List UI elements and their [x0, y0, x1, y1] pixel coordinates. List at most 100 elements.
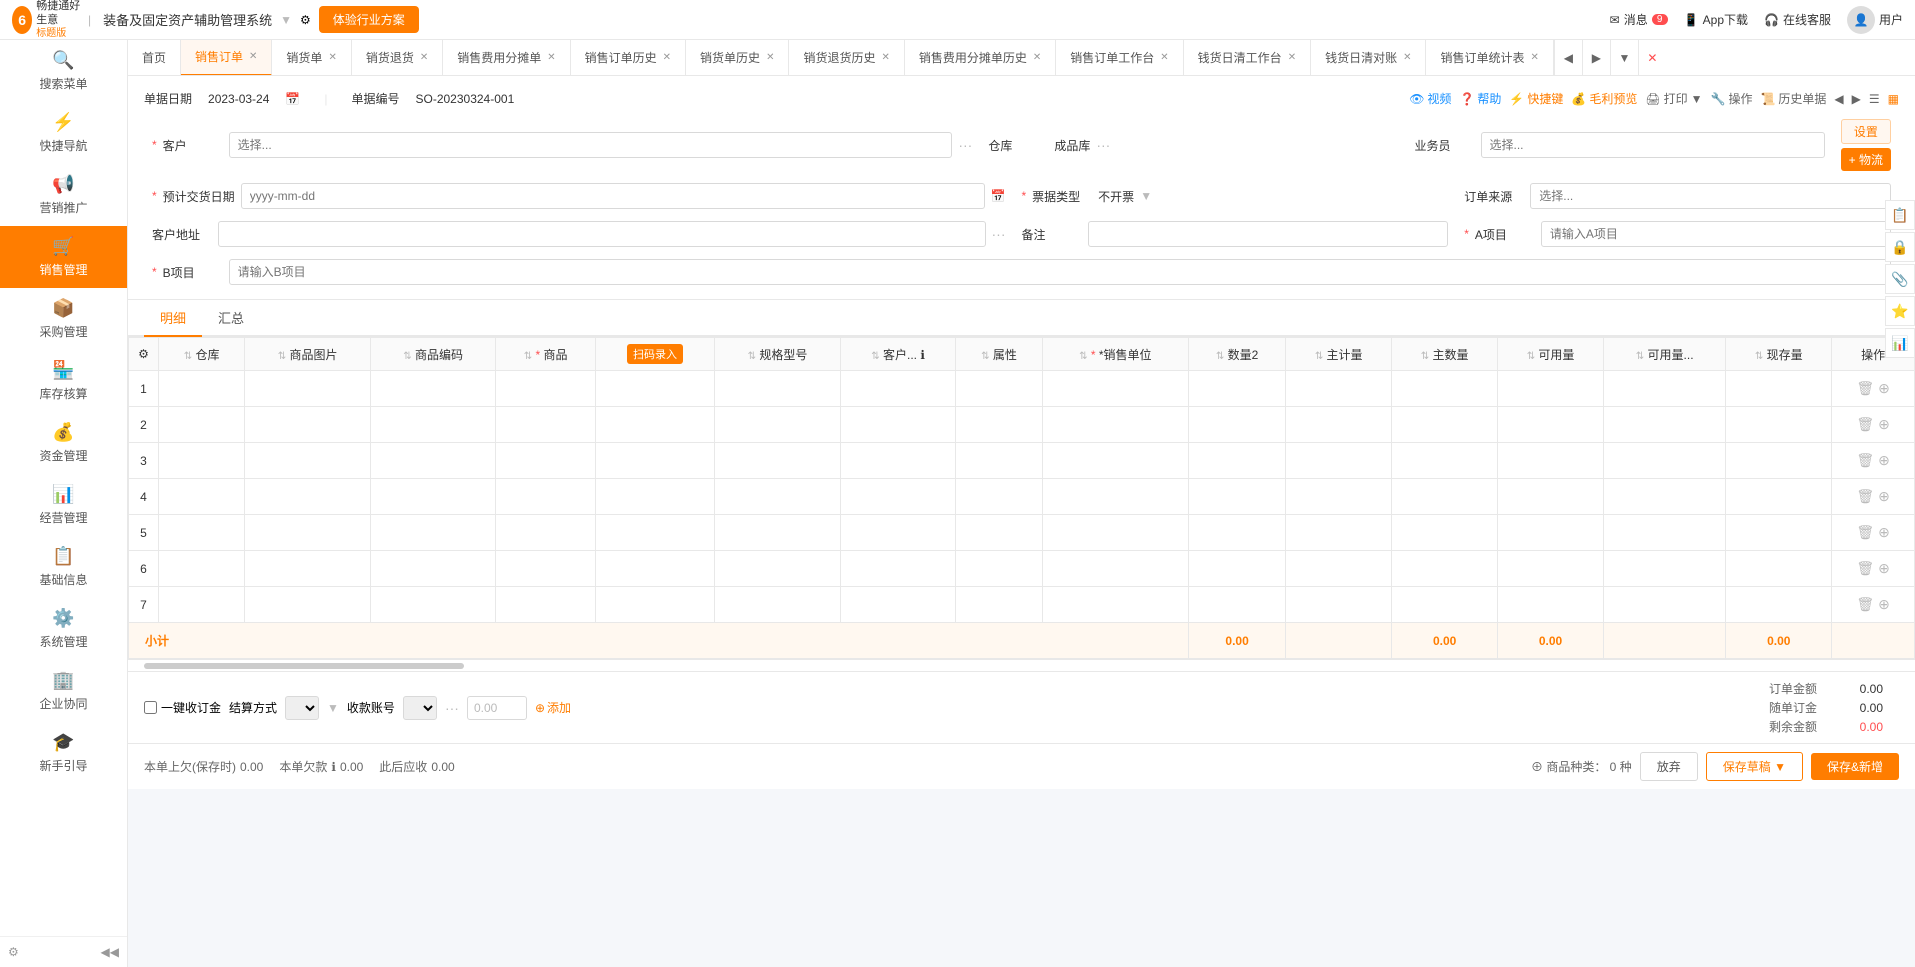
row-spec[interactable]	[715, 443, 841, 479]
row-main-unit[interactable]	[1286, 407, 1392, 443]
row-available[interactable]	[1498, 443, 1604, 479]
row-available2[interactable]	[1604, 407, 1726, 443]
tab-next-button[interactable]: ▶	[1582, 40, 1610, 76]
row-warehouse[interactable]	[159, 371, 245, 407]
a-project-input[interactable]	[1541, 221, 1891, 247]
row-attributes[interactable]	[956, 407, 1042, 443]
delete-row-button[interactable]: 🗑	[1856, 416, 1874, 433]
row-available[interactable]	[1498, 479, 1604, 515]
tab-detail[interactable]: 明细	[144, 300, 202, 337]
tab-close-icon[interactable]: ✕	[328, 52, 336, 63]
row-product-image[interactable]	[245, 551, 371, 587]
row-spec[interactable]	[715, 551, 841, 587]
side-icon-2[interactable]: 🔒	[1885, 232, 1915, 262]
tab-close-all-button[interactable]: ✕	[1638, 40, 1666, 76]
scroll-area[interactable]	[128, 659, 1915, 671]
row-sales-unit[interactable]	[1042, 515, 1188, 551]
delete-row-button[interactable]: 🗑	[1856, 596, 1874, 613]
sidebar-item-sales[interactable]: 🛒 销售管理	[0, 226, 127, 288]
row-spec[interactable]	[715, 479, 841, 515]
row-customer-no[interactable]	[840, 371, 956, 407]
tab-close-icon[interactable]: ✕	[420, 52, 428, 63]
tab-sales-stats[interactable]: 销售订单统计表 ✕	[1426, 40, 1553, 76]
row-stock[interactable]	[1726, 479, 1832, 515]
tab-close-icon[interactable]: ✕	[1033, 52, 1041, 63]
row-scan[interactable]	[595, 407, 714, 443]
row-available2[interactable]	[1604, 479, 1726, 515]
setting-button[interactable]: 设置	[1841, 119, 1891, 144]
save-new-button[interactable]: 保存&新增	[1811, 753, 1899, 780]
sidebar-item-enterprise[interactable]: 🏢 企业协同	[0, 660, 127, 722]
customer-input[interactable]	[229, 132, 953, 158]
tab-sales-bill[interactable]: 销货单 ✕	[272, 40, 351, 76]
row-product-image[interactable]	[245, 587, 371, 623]
sidebar-item-purchase[interactable]: 📦 采购管理	[0, 288, 127, 350]
row-product-code[interactable]	[370, 587, 496, 623]
row-scan[interactable]	[595, 443, 714, 479]
user-menu[interactable]: 👤 用户	[1847, 6, 1903, 34]
delete-row-button[interactable]: 🗑	[1856, 452, 1874, 469]
help-link[interactable]: ❓ 帮助	[1459, 90, 1501, 107]
sidebar-settings-icon[interactable]: ⚙	[8, 945, 19, 959]
row-product-image[interactable]	[245, 407, 371, 443]
customer-more-icon[interactable]: ···	[958, 137, 972, 153]
add-item-button[interactable]: + 物流	[1841, 148, 1891, 171]
row-spec[interactable]	[715, 371, 841, 407]
col-settings[interactable]: ⚙	[129, 338, 159, 371]
copy-row-button[interactable]: ⊕	[1878, 524, 1890, 541]
list-view-icon[interactable]: ☰	[1869, 92, 1880, 106]
profit-link[interactable]: 💰 毛利预览	[1571, 90, 1637, 107]
customer-address-input[interactable]	[218, 221, 986, 247]
delete-row-button[interactable]: 🗑	[1856, 380, 1874, 397]
row-attributes[interactable]	[956, 371, 1042, 407]
copy-row-button[interactable]: ⊕	[1878, 488, 1890, 505]
sidebar-item-marketing[interactable]: 📢 营销推广	[0, 164, 127, 226]
tab-home[interactable]: 首页	[128, 40, 181, 76]
row-main-unit[interactable]	[1286, 551, 1392, 587]
app-download-button[interactable]: 📱 App下载	[1684, 11, 1748, 28]
online-support-button[interactable]: 🎧 在线客服	[1764, 11, 1831, 28]
row-sales-unit[interactable]	[1042, 551, 1188, 587]
account-no-select[interactable]	[403, 696, 437, 720]
row-main-unit[interactable]	[1286, 479, 1392, 515]
row-attributes[interactable]	[956, 587, 1042, 623]
copy-row-button[interactable]: ⊕	[1878, 560, 1890, 577]
tab-close-icon[interactable]: ✕	[766, 52, 774, 63]
operate-link[interactable]: 🔧 操作	[1710, 90, 1752, 107]
row-warehouse[interactable]	[159, 515, 245, 551]
row-sales-unit[interactable]	[1042, 407, 1188, 443]
tab-cash-workbench[interactable]: 钱货日清工作台 ✕	[1184, 40, 1311, 76]
row-attributes[interactable]	[956, 515, 1042, 551]
row-product-code[interactable]	[370, 479, 496, 515]
row-stock[interactable]	[1726, 515, 1832, 551]
delete-row-button[interactable]: 🗑	[1856, 524, 1874, 541]
row-stock[interactable]	[1726, 551, 1832, 587]
tab-close-icon[interactable]: ✕	[1288, 52, 1296, 63]
prev-record-icon[interactable]: ◀	[1834, 92, 1843, 106]
row-customer-no[interactable]	[840, 551, 956, 587]
row-product-code[interactable]	[370, 515, 496, 551]
row-available[interactable]	[1498, 407, 1604, 443]
scan-entry-button[interactable]: 扫码录入	[627, 344, 683, 364]
row-stock[interactable]	[1726, 371, 1832, 407]
tab-summary[interactable]: 汇总	[202, 300, 260, 337]
shortcut-link[interactable]: ⚡ 快捷键	[1509, 90, 1563, 107]
row-scan[interactable]	[595, 479, 714, 515]
print-link[interactable]: 🖨 打印 ▼	[1645, 90, 1702, 107]
row-scan[interactable]	[595, 371, 714, 407]
row-quantity2[interactable]	[1189, 407, 1286, 443]
row-sales-unit[interactable]	[1042, 479, 1188, 515]
row-stock[interactable]	[1726, 587, 1832, 623]
row-attributes[interactable]	[956, 479, 1042, 515]
add-link[interactable]: ⊕ 添加	[535, 699, 571, 716]
row-attributes[interactable]	[956, 443, 1042, 479]
amount-input[interactable]	[467, 696, 527, 720]
row-quantity2[interactable]	[1189, 515, 1286, 551]
row-quantity2[interactable]	[1189, 443, 1286, 479]
discard-button[interactable]: 放弃	[1640, 752, 1698, 781]
row-product[interactable]	[496, 551, 595, 587]
sidebar-item-base-info[interactable]: 📋 基础信息	[0, 536, 127, 598]
b-project-input[interactable]	[229, 259, 1891, 285]
row-available[interactable]	[1498, 551, 1604, 587]
row-product[interactable]	[496, 443, 595, 479]
